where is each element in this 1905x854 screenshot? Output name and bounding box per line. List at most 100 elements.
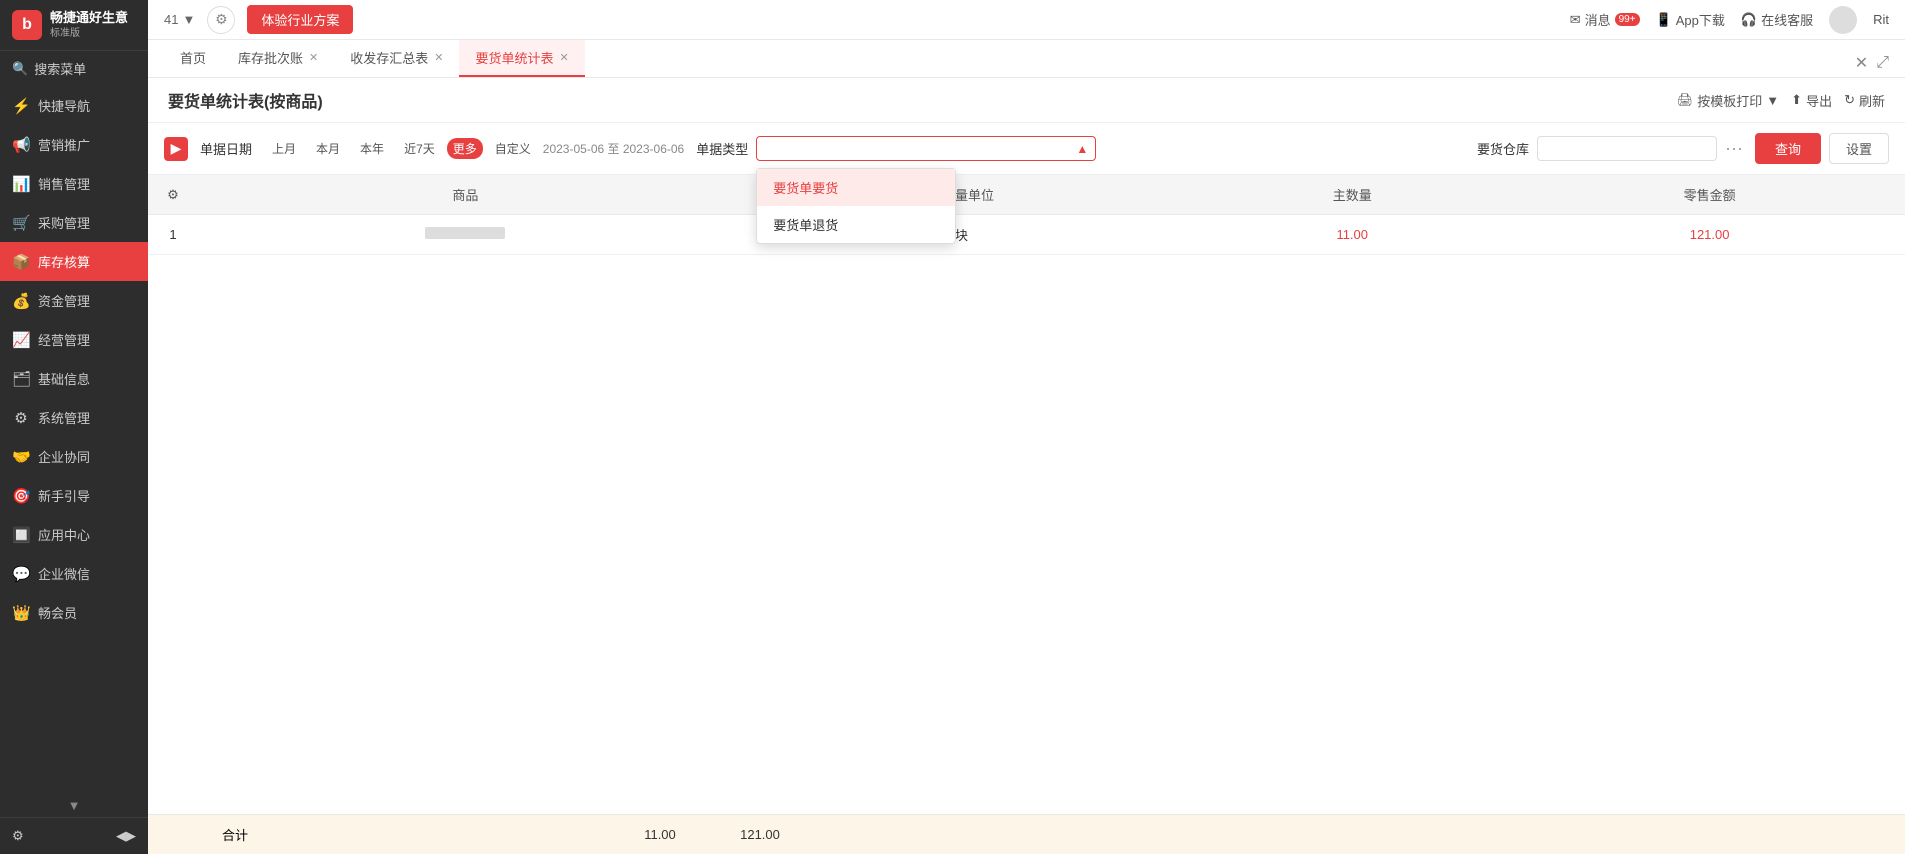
tab-home-label: 首页 [180,48,206,67]
sidebar-item-purchase[interactable]: 🛒 采购管理 [0,203,148,242]
app-title: 畅捷通好生意 [50,10,128,27]
online-service-btn[interactable]: 🎧 在线客服 [1741,10,1813,29]
date-this-month-btn[interactable]: 本月 [308,137,348,160]
tab-receipt-summary[interactable]: 收发存汇总表 ✕ [334,40,459,77]
expand-tabs-btn[interactable]: ⤢ [1876,54,1889,72]
sidebar: b 畅捷通好生意 标准版 🔍 搜索菜单 ⚡ 快捷导航 📢 营销推广 📊 销售管理… [0,0,148,854]
close-all-tabs-btn[interactable]: ✕ [1855,53,1868,73]
col-settings[interactable]: ⚙ [148,175,198,215]
date-more-btn[interactable]: 更多 [447,138,483,159]
user-name-text: Rit [1873,12,1889,27]
sidebar-item-label: 系统管理 [38,408,90,427]
filter-bar: ▶ 单据日期 上月 本月 本年 近7天 更多 自定义 2023-05-06 至 … [148,123,1905,175]
sidebar-item-basic-info[interactable]: 🗂 基础信息 [0,359,148,398]
tab-home[interactable]: 首页 [164,40,222,77]
title-actions: 🖨 按模板打印 ▼ ⬆ 导出 ↻ 刷新 [1677,91,1885,110]
sales-icon: 📊 [12,175,30,193]
tab-order-summary[interactable]: 要货单统计表 ✕ [459,40,584,77]
sidebar-item-label: 经营管理 [38,330,90,349]
sidebar-item-operation[interactable]: 📈 经营管理 [0,320,148,359]
tab-receipt-summary-label: 收发存汇总表 [350,48,428,67]
date-7days-btn[interactable]: 近7天 [396,137,443,160]
dropdown-item-order-receive[interactable]: 要货单要货 [757,169,955,206]
sidebar-collapse-btn[interactable]: ◀▶ [116,828,136,844]
col-product: 商品 [198,175,733,215]
sidebar-item-inventory[interactable]: 📦 库存核算 [0,242,148,281]
sidebar-item-wechat[interactable]: 💬 企业微信 [0,554,148,593]
gear-button[interactable]: ⚙ [207,6,235,34]
cell-amount: 121.00 [1514,215,1905,255]
trial-industry-btn[interactable]: 体验行业方案 [247,5,353,34]
settings-icon[interactable]: ⚙ [12,828,24,844]
sidebar-item-member[interactable]: 👑 畅会员 [0,593,148,632]
sidebar-item-guide[interactable]: 🎯 新手引导 [0,476,148,515]
tab-order-summary-label: 要货单统计表 [475,48,553,67]
refresh-icon: ↻ [1844,92,1855,108]
filter-more-options-btn[interactable]: ··· [1725,138,1743,159]
close-order-summary-tab[interactable]: ✕ [560,51,569,64]
cell-product [198,215,733,255]
product-placeholder [425,227,505,239]
close-receipt-summary-tab[interactable]: ✕ [434,51,443,64]
sidebar-item-quick-nav[interactable]: ⚡ 快捷导航 [0,86,148,125]
footer-total-label: 合计 [210,825,490,844]
settings-btn[interactable]: 设置 [1829,133,1889,164]
system-icon: ⚙ [12,409,30,427]
sidebar-item-sales[interactable]: 📊 销售管理 [0,164,148,203]
refresh-btn[interactable]: ↻ 刷新 [1844,91,1885,110]
main-area: 41 ▼ ⚙ 体验行业方案 ✉ 消息 99+ 📱 App下载 🎧 在线客服 Ri… [148,0,1905,854]
filter-warehouse-label: 要货仓库 [1477,139,1529,158]
filter-type-input[interactable] [756,136,1096,161]
messages-label: 消息 [1585,10,1611,29]
date-last-month-btn[interactable]: 上月 [264,137,304,160]
tab-bar: 首页 库存批次账 ✕ 收发存汇总表 ✕ 要货单统计表 ✕ ✕ ⤢ [148,40,1905,78]
print-template-btn[interactable]: 🖨 按模板打印 ▼ [1677,91,1779,110]
app-subtitle: 标准版 [50,27,128,40]
refresh-label: 刷新 [1859,91,1885,110]
sidebar-item-label: 基础信息 [38,369,90,388]
online-service-label: 在线客服 [1761,10,1813,29]
date-custom-btn[interactable]: 自定义 [487,137,539,160]
sidebar-item-label: 企业协同 [38,447,90,466]
branch-name: 41 [164,12,178,27]
export-btn[interactable]: ⬆ 导出 [1791,91,1832,110]
user-avatar[interactable] [1829,6,1857,34]
sidebar-item-system[interactable]: ⚙ 系统管理 [0,398,148,437]
member-icon: 👑 [12,604,30,622]
tab-expand-btns: ✕ ⤢ [1855,53,1889,77]
nav-menu: ⚡ 快捷导航 📢 营销推广 📊 销售管理 🛒 采购管理 📦 库存核算 💰 资金管… [0,86,148,794]
messages-btn[interactable]: ✉ 消息 99+ [1570,10,1640,29]
export-label: 导出 [1806,91,1832,110]
sidebar-bottom: ⚙ ◀▶ [0,817,148,854]
date-this-year-btn[interactable]: 本年 [352,137,392,160]
search-menu-btn[interactable]: 🔍 搜索菜单 [0,51,148,86]
branch-dropdown-icon: ▼ [182,12,195,27]
app-download-label: App下载 [1676,10,1725,29]
sidebar-scroll-down[interactable]: ▼ [0,794,148,817]
footer-quantity: 11.00 [610,827,710,842]
filter-expand-btn[interactable]: ▶ [164,137,188,161]
sidebar-item-app-center[interactable]: 🔲 应用中心 [0,515,148,554]
print-label: 按模板打印 [1697,91,1762,110]
sidebar-item-finance[interactable]: 💰 资金管理 [0,281,148,320]
filter-warehouse-input[interactable] [1537,136,1717,161]
sidebar-item-label: 新手引导 [38,486,90,505]
query-btn[interactable]: 查询 [1755,133,1821,164]
dropdown-item-order-return[interactable]: 要货单退货 [757,206,955,243]
branch-selector[interactable]: 41 ▼ [164,12,195,27]
sidebar-item-label: 快捷导航 [38,96,90,115]
table-footer: 合计 11.00 121.00 [148,814,1905,854]
app-logo: b 畅捷通好生意 标准版 [0,0,148,51]
filter-warehouse-section: 要货仓库 ··· [1477,136,1743,161]
close-inventory-batch-tab[interactable]: ✕ [309,51,318,64]
search-icon: 🔍 [12,61,28,77]
sidebar-item-label: 销售管理 [38,174,90,193]
marketing-icon: 📢 [12,136,30,154]
app-download-btn[interactable]: 📱 App下载 [1656,10,1725,29]
print-icon: 🖨 [1677,92,1694,108]
tab-inventory-batch[interactable]: 库存批次账 ✕ [222,40,334,77]
sidebar-item-cooperation[interactable]: 🤝 企业协同 [0,437,148,476]
date-label: 单据日期 [200,139,252,158]
print-dropdown-icon: ▼ [1766,93,1779,108]
sidebar-item-marketing[interactable]: 📢 营销推广 [0,125,148,164]
